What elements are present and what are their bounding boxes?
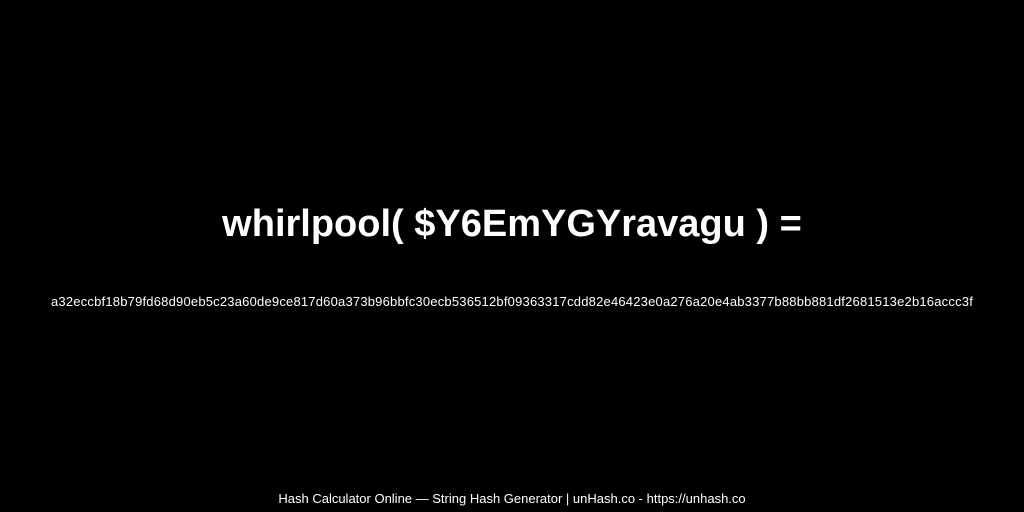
footer-text: Hash Calculator Online — String Hash Gen…	[0, 491, 1024, 506]
hash-output: a32eccbf18b79fd68d90eb5c23a60de9ce817d60…	[51, 294, 973, 309]
main-content: whirlpool( $Y6EmYGYravagu ) = a32eccbf18…	[0, 0, 1024, 512]
hash-expression-heading: whirlpool( $Y6EmYGYravagu ) =	[222, 203, 802, 246]
